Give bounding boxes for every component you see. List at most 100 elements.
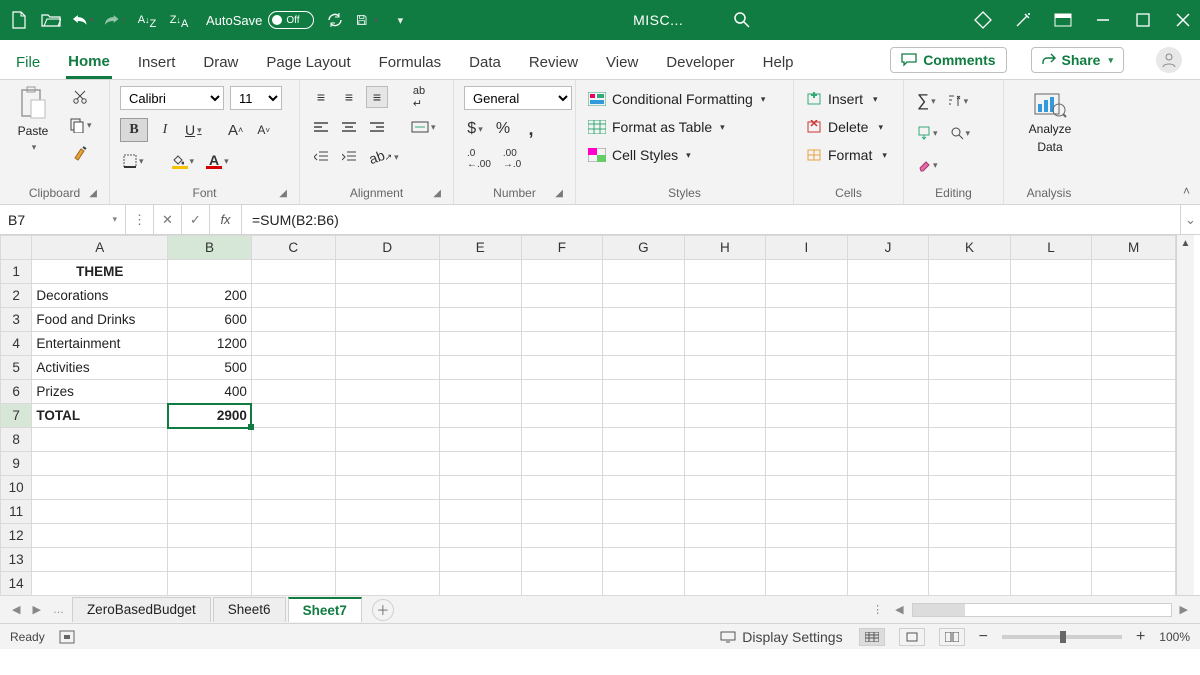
cell-I5[interactable] (766, 356, 848, 380)
cell-B7[interactable]: 2900 (168, 404, 252, 428)
cell-F1[interactable] (521, 260, 603, 284)
cell-K10[interactable] (929, 476, 1011, 500)
cell-J1[interactable] (847, 260, 929, 284)
conditional-formatting-button[interactable]: Conditional Formatting▾ (586, 90, 783, 108)
cell-K2[interactable] (929, 284, 1011, 308)
tab-review[interactable]: Review (527, 54, 580, 79)
cell-J5[interactable] (847, 356, 929, 380)
cell-A4[interactable]: Entertainment (32, 332, 168, 356)
row-header-11[interactable]: 11 (1, 500, 32, 524)
cell-K7[interactable] (929, 404, 1011, 428)
cell-H2[interactable] (684, 284, 766, 308)
cell-K6[interactable] (929, 380, 1011, 404)
cell-H13[interactable] (684, 548, 766, 572)
cell-D8[interactable] (335, 428, 440, 452)
align-bottom-button[interactable]: ≡ (366, 86, 388, 108)
sort-desc-icon[interactable]: Z↓A (168, 9, 190, 31)
cell-M4[interactable] (1092, 332, 1176, 356)
cell-F6[interactable] (521, 380, 603, 404)
row-header-14[interactable]: 14 (1, 572, 32, 596)
increase-indent-button[interactable] (338, 146, 360, 168)
cell-B4[interactable]: 1200 (168, 332, 252, 356)
cell-M6[interactable] (1092, 380, 1176, 404)
cell-C11[interactable] (251, 500, 335, 524)
cell-H12[interactable] (684, 524, 766, 548)
tab-insert[interactable]: Insert (136, 54, 178, 79)
undo-button[interactable]: ▾ (72, 9, 94, 31)
format-cells-button[interactable]: Format▾ (804, 146, 893, 164)
cell-H3[interactable] (684, 308, 766, 332)
comma-format-button[interactable]: , (520, 118, 542, 140)
open-file-icon[interactable] (40, 9, 62, 31)
orientation-button[interactable]: ab↗▾ (366, 146, 402, 168)
wand-icon[interactable] (1014, 11, 1032, 29)
cell-C8[interactable] (251, 428, 335, 452)
sheet-nav-more[interactable]: … (49, 604, 68, 616)
cell-G12[interactable] (603, 524, 685, 548)
cell-A9[interactable] (32, 452, 168, 476)
decrease-decimal-button[interactable]: .00→.0 (500, 148, 524, 170)
number-launcher-icon[interactable]: ◢ (555, 188, 563, 199)
tab-help[interactable]: Help (761, 54, 796, 79)
cell-B1[interactable] (168, 260, 252, 284)
cell-D14[interactable] (335, 572, 440, 596)
column-header-E[interactable]: E (440, 236, 522, 260)
cell-I13[interactable] (766, 548, 848, 572)
clipboard-launcher-icon[interactable]: ◢ (89, 188, 97, 199)
zoom-in-button[interactable]: + (1136, 628, 1145, 646)
cell-L1[interactable] (1010, 260, 1092, 284)
format-painter-button[interactable] (66, 142, 95, 164)
cell-I3[interactable] (766, 308, 848, 332)
cell-L4[interactable] (1010, 332, 1092, 356)
cell-G4[interactable] (603, 332, 685, 356)
cell-J10[interactable] (847, 476, 929, 500)
cell-H10[interactable] (684, 476, 766, 500)
zoom-out-button[interactable]: − (979, 628, 988, 646)
cell-I4[interactable] (766, 332, 848, 356)
paste-button[interactable]: Paste ▾ (10, 86, 56, 153)
cell-F4[interactable] (521, 332, 603, 356)
tab-split-icon[interactable]: ⋮ (868, 603, 887, 616)
cell-I1[interactable] (766, 260, 848, 284)
column-header-I[interactable]: I (766, 236, 848, 260)
cell-J6[interactable] (847, 380, 929, 404)
cell-J3[interactable] (847, 308, 929, 332)
column-header-G[interactable]: G (603, 236, 685, 260)
sheet-tab-sheet6[interactable]: Sheet6 (213, 597, 286, 622)
sheet-nav-prev[interactable]: ◀ (8, 603, 24, 616)
font-launcher-icon[interactable]: ◢ (279, 188, 287, 199)
maximize-button[interactable] (1134, 11, 1152, 29)
increase-font-button[interactable]: A˄ (225, 119, 247, 141)
cell-F13[interactable] (521, 548, 603, 572)
cell-G7[interactable] (603, 404, 685, 428)
cell-G13[interactable] (603, 548, 685, 572)
cell-F14[interactable] (521, 572, 603, 596)
share-button[interactable]: Share ▾ (1031, 47, 1124, 73)
cell-L11[interactable] (1010, 500, 1092, 524)
cell-E4[interactable] (440, 332, 522, 356)
decrease-indent-button[interactable] (310, 146, 332, 168)
cell-G14[interactable] (603, 572, 685, 596)
cell-H14[interactable] (684, 572, 766, 596)
cell-L5[interactable] (1010, 356, 1092, 380)
cell-D12[interactable] (335, 524, 440, 548)
cell-E5[interactable] (440, 356, 522, 380)
cell-J11[interactable] (847, 500, 929, 524)
cell-C4[interactable] (251, 332, 335, 356)
copy-button[interactable]: ▾ (66, 114, 95, 136)
cell-F9[interactable] (521, 452, 603, 476)
align-top-button[interactable]: ≡ (310, 86, 332, 108)
row-header-13[interactable]: 13 (1, 548, 32, 572)
cell-J14[interactable] (847, 572, 929, 596)
autosave-toggle[interactable]: AutoSave Off (206, 11, 314, 29)
cell-E7[interactable] (440, 404, 522, 428)
cell-C9[interactable] (251, 452, 335, 476)
sort-filter-button[interactable]: ▾ (945, 90, 972, 112)
cell-F7[interactable] (521, 404, 603, 428)
column-header-H[interactable]: H (684, 236, 766, 260)
expand-formula-bar-button[interactable]: ⌄ (1180, 205, 1200, 234)
column-header-D[interactable]: D (335, 236, 440, 260)
row-header-7[interactable]: 7 (1, 404, 32, 428)
find-select-button[interactable]: ▾ (947, 122, 974, 144)
cell-C13[interactable] (251, 548, 335, 572)
